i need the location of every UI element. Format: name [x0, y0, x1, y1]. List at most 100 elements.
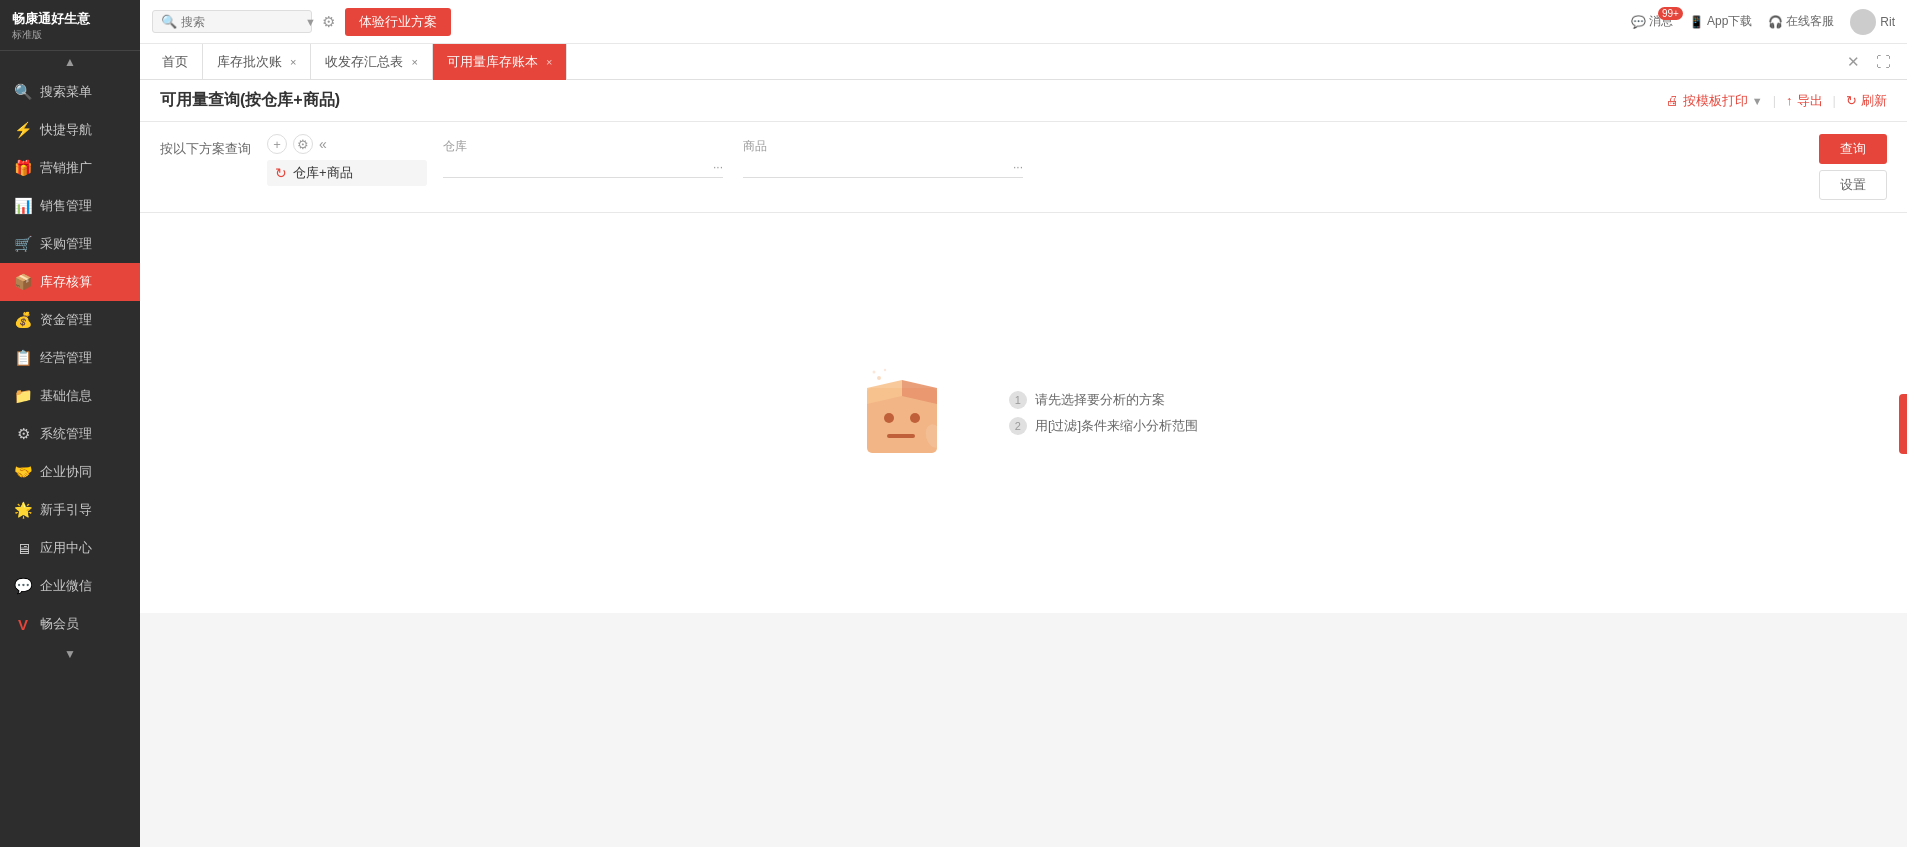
topbar-online-service[interactable]: 🎧 在线客服 — [1768, 13, 1834, 30]
sidebar-item-marketing[interactable]: 🎁 营销推广 — [0, 149, 140, 187]
search-icon: 🔍 — [14, 83, 32, 101]
scheme-refresh-icon: ↻ — [275, 165, 287, 181]
sidebar-item-label: 营销推广 — [40, 159, 92, 177]
chat-icon: 💬 — [14, 577, 32, 595]
sidebar-item-inventory[interactable]: 📦 库存核算 — [0, 263, 140, 301]
export-button[interactable]: ↑ 导出 — [1786, 92, 1823, 110]
settings-button[interactable]: 设置 — [1819, 170, 1887, 200]
sidebar-item-label: 新手引导 — [40, 501, 92, 519]
sidebar-item-sales[interactable]: 📊 销售管理 — [0, 187, 140, 225]
sidebar-item-system[interactable]: ⚙ 系统管理 — [0, 415, 140, 453]
star-icon: 🌟 — [14, 501, 32, 519]
trial-industry-button[interactable]: 体验行业方案 — [345, 8, 451, 36]
sidebar-item-label: 搜索菜单 — [40, 83, 92, 101]
goods-input[interactable] — [743, 159, 1009, 174]
sidebar-item-label: 应用中心 — [40, 539, 92, 557]
tab-summary[interactable]: 收发存汇总表 × — [311, 44, 432, 80]
page-actions: 🖨 按模板打印 ▼ | ↑ 导出 | ↻ 刷新 — [1666, 92, 1887, 110]
sidebar-item-purchase[interactable]: 🛒 采购管理 — [0, 225, 140, 263]
empty-hints: 1 请先选择要分析的方案 2 用[过滤]条件来缩小分析范围 — [1009, 391, 1198, 435]
goods-more-icon[interactable]: ··· — [1013, 160, 1023, 174]
close-all-tabs-button[interactable]: ✕ — [1843, 51, 1864, 73]
handshake-icon: 🤝 — [14, 463, 32, 481]
scheme-item-warehouse-goods[interactable]: ↻ 仓库+商品 — [267, 160, 427, 186]
print-template-button[interactable]: 🖨 按模板打印 ▼ — [1666, 92, 1763, 110]
topbar-search-icon: 🔍 — [161, 14, 177, 29]
tab-batch-close-icon[interactable]: × — [290, 56, 296, 68]
topbar-dropdown-arrow-icon[interactable]: ▼ — [305, 16, 316, 28]
warehouse-more-icon[interactable]: ··· — [713, 160, 723, 174]
empty-illustration — [849, 358, 959, 468]
sidebar-item-label: 销售管理 — [40, 197, 92, 215]
sidebar-item-appcenter[interactable]: 🖥 应用中心 — [0, 529, 140, 567]
query-label: 按以下方案查询 — [160, 134, 251, 158]
warehouse-input[interactable] — [443, 159, 709, 174]
warehouse-filter-field: 仓库 ··· — [443, 138, 723, 178]
svg-point-9 — [884, 369, 886, 371]
sidebar-item-member[interactable]: V 畅会员 — [0, 605, 140, 643]
right-scroll-indicator[interactable] — [1899, 394, 1907, 454]
sidebar-item-label: 库存核算 — [40, 273, 92, 291]
svg-point-4 — [910, 413, 920, 423]
topbar-search-input[interactable] — [181, 15, 301, 29]
app-subtitle: 标准版 — [12, 28, 128, 42]
topbar-right: 💬 消息 99+ 📱 App下载 🎧 在线客服 Rit — [1631, 9, 1895, 35]
topbar-message[interactable]: 💬 消息 99+ — [1631, 13, 1673, 30]
print-label: 按模板打印 — [1683, 92, 1748, 110]
sidebar-scroll-up[interactable]: ▲ — [0, 51, 140, 73]
tab-available-close-icon[interactable]: × — [546, 56, 552, 68]
gift-icon: 🎁 — [14, 159, 32, 177]
empty-hint-2: 2 用[过滤]条件来缩小分析范围 — [1009, 417, 1198, 435]
sidebar-scroll-down[interactable]: ▼ — [0, 643, 140, 665]
tab-available[interactable]: 可用量库存账本 × — [433, 44, 567, 80]
settings-scheme-button[interactable]: ⚙ — [293, 134, 313, 154]
refresh-button[interactable]: ↻ 刷新 — [1846, 92, 1887, 110]
phone-icon: 📱 — [1689, 15, 1704, 29]
sidebar-item-label: 经营管理 — [40, 349, 92, 367]
monitor-icon: 🖥 — [14, 540, 32, 557]
topbar-user[interactable]: Rit — [1850, 9, 1895, 35]
service-label: 在线客服 — [1786, 13, 1834, 30]
add-scheme-button[interactable]: + — [267, 134, 287, 154]
sidebar-item-enterprise[interactable]: 🤝 企业协同 — [0, 453, 140, 491]
chart-icon: 📊 — [14, 197, 32, 215]
tab-home[interactable]: 首页 — [148, 44, 203, 80]
sidebar-item-search[interactable]: 🔍 搜索菜单 — [0, 73, 140, 111]
vip-icon: V — [14, 616, 32, 633]
sidebar-item-label: 畅会员 — [40, 615, 79, 633]
topbar-search-box[interactable]: 🔍 ▼ — [152, 10, 312, 33]
box-icon: 📦 — [14, 273, 32, 291]
tab-home-label: 首页 — [162, 53, 188, 71]
query-section: 按以下方案查询 + ⚙ « ↻ 仓库+商品 仓库 ··· — [140, 122, 1907, 213]
sidebar-item-operations[interactable]: 📋 经营管理 — [0, 339, 140, 377]
sidebar-item-finance[interactable]: 💰 资金管理 — [0, 301, 140, 339]
hint-text-1: 请先选择要分析的方案 — [1035, 391, 1165, 409]
sidebar-item-basic[interactable]: 📁 基础信息 — [0, 377, 140, 415]
sidebar-item-wechat[interactable]: 💬 企业微信 — [0, 567, 140, 605]
tab-summary-close-icon[interactable]: × — [411, 56, 417, 68]
clipboard-icon: 📋 — [14, 349, 32, 367]
tab-batch[interactable]: 库存批次账 × — [203, 44, 311, 80]
tab-summary-label: 收发存汇总表 — [325, 53, 403, 71]
query-button[interactable]: 查询 — [1819, 134, 1887, 164]
action-separator-2: | — [1833, 93, 1836, 108]
sidebar-item-newguide[interactable]: 🌟 新手引导 — [0, 491, 140, 529]
scheme-item-label: 仓库+商品 — [293, 164, 353, 182]
empty-state: 1 请先选择要分析的方案 2 用[过滤]条件来缩小分析范围 — [140, 213, 1907, 613]
folder-icon: 📁 — [14, 387, 32, 405]
sidebar-item-label: 系统管理 — [40, 425, 92, 443]
topbar-gear-icon[interactable]: ⚙ — [322, 13, 335, 31]
hint-number-2: 2 — [1009, 417, 1027, 435]
sidebar-item-quicknav[interactable]: ⚡ 快捷导航 — [0, 111, 140, 149]
svg-rect-5 — [887, 434, 915, 438]
app-title: 畅康通好生意 — [12, 10, 128, 28]
refresh-icon: ↻ — [1846, 93, 1857, 108]
gear-icon: ⚙ — [14, 425, 32, 443]
page-content: 可用量查询(按仓库+商品) 🖨 按模板打印 ▼ | ↑ 导出 | ↻ 刷新 — [140, 80, 1907, 847]
collapse-icon[interactable]: « — [319, 136, 327, 152]
export-label: 导出 — [1797, 92, 1823, 110]
expand-button[interactable]: ⛶ — [1872, 51, 1895, 72]
page-title: 可用量查询(按仓库+商品) — [160, 90, 340, 111]
print-dropdown-icon[interactable]: ▼ — [1752, 95, 1763, 107]
topbar-app-download[interactable]: 📱 App下载 — [1689, 13, 1752, 30]
